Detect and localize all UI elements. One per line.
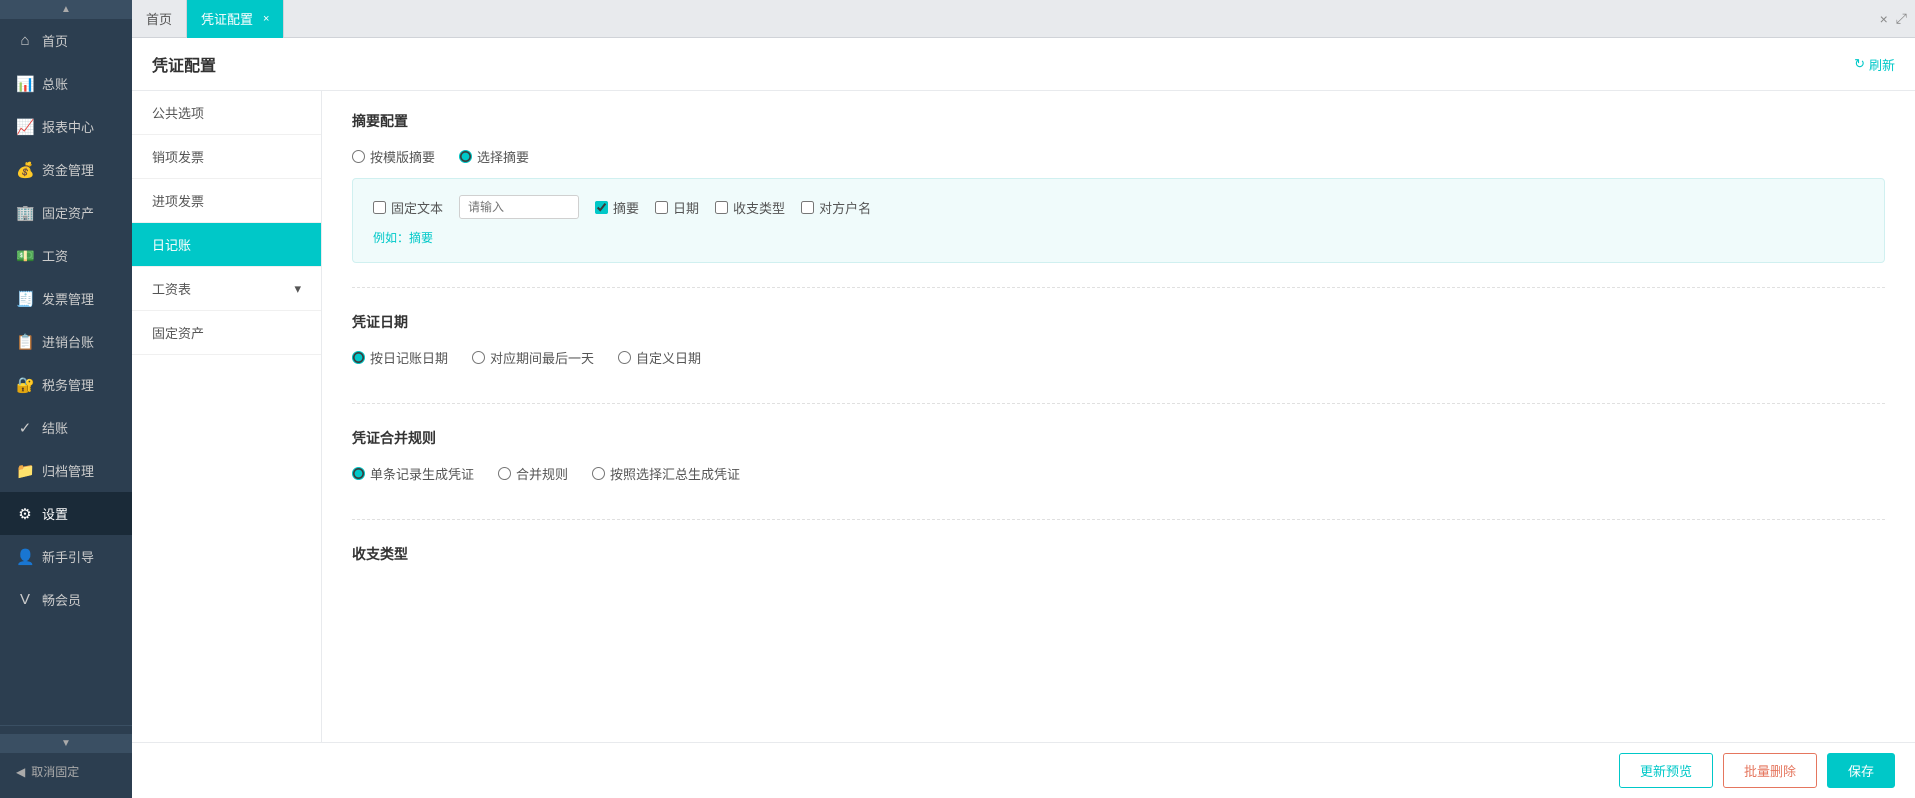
checkbox-summary[interactable]: 摘要	[595, 198, 639, 217]
radio-custom-date[interactable]: 自定义日期	[618, 348, 701, 367]
sidebar-item-reports[interactable]: 📈 报表中心	[0, 105, 132, 148]
sidebar-item-assets[interactable]: 🏢 固定资产	[0, 191, 132, 234]
sidebar-item-ledger[interactable]: 📊 总账	[0, 62, 132, 105]
invoice-mgmt-icon: 🧾	[16, 290, 34, 308]
sales-ledger-icon: 📋	[16, 333, 34, 351]
radio-select-summary[interactable]: 选择摘要	[459, 147, 529, 166]
salary-icon: 💵	[16, 247, 34, 265]
summary-box: 固定文本 摘要 日期	[352, 178, 1885, 263]
settings-icon: ⚙	[16, 505, 34, 523]
tab-close-icon[interactable]: ×	[263, 13, 269, 25]
sidebar-item-salary[interactable]: 💵 工资	[0, 234, 132, 277]
cancel-pin-button[interactable]: ◀ 取消固定	[0, 753, 132, 790]
merge-rules-section: 凭证合并规则 单条记录生成凭证 合并规则 按照选择汇总生成凭证	[352, 428, 1885, 520]
settlement-icon: ✓	[16, 419, 34, 437]
income-type-section: 收支类型	[352, 544, 1885, 604]
sidebar-item-archive[interactable]: 📁 归档管理	[0, 449, 132, 492]
refresh-button[interactable]: ↻ 刷新	[1854, 55, 1895, 74]
page-header: 凭证配置 ↻ 刷新	[132, 38, 1915, 91]
right-content: 摘要配置 按模版摘要 选择摘要	[322, 91, 1915, 742]
home-icon: ⌂	[16, 32, 34, 49]
chevron-down-icon: ▾	[294, 281, 301, 297]
checkbox-income-type[interactable]: 收支类型	[715, 198, 785, 217]
radio-select-merge[interactable]: 按照选择汇总生成凭证	[592, 464, 740, 483]
main-area: 首页 凭证配置 × × ⤢ 凭证配置 ↻ 刷新 公共选项	[132, 0, 1915, 798]
close-window-icon[interactable]: ×	[1880, 11, 1888, 27]
voucher-date-radio-group: 按日记账日期 对应期间最后一天 自定义日期	[352, 348, 1885, 367]
sidebar: ▲ ⌂ 首页 📊 总账 📈 报表中心 💰 资金管理 🏢 固定资产 💵 工资 🧾 …	[0, 0, 132, 798]
checkbox-date[interactable]: 日期	[655, 198, 699, 217]
reports-icon: 📈	[16, 118, 34, 136]
left-nav-fixed-assets[interactable]: 固定资产	[132, 311, 321, 355]
left-nav-sales-invoice[interactable]: 销项发票	[132, 135, 321, 179]
resize-window-icon[interactable]: ⤢	[1896, 10, 1907, 27]
radio-last-day[interactable]: 对应期间最后一天	[472, 348, 594, 367]
checkbox-counterparty[interactable]: 对方户名	[801, 198, 871, 217]
radio-journal-date[interactable]: 按日记账日期	[352, 348, 448, 367]
summary-config-title: 摘要配置	[352, 111, 1885, 131]
tab-bar-actions: × ⤢	[1880, 10, 1915, 27]
sidebar-item-sales-ledger[interactable]: 📋 进销台账	[0, 320, 132, 363]
page-title: 凭证配置	[152, 52, 216, 76]
checkbox-fixed-text[interactable]: 固定文本	[373, 198, 443, 217]
content-area: 凭证配置 ↻ 刷新 公共选项 销项发票 进项发票 日记账	[132, 38, 1915, 798]
left-nav-purchase-invoice[interactable]: 进项发票	[132, 179, 321, 223]
tax-icon: 🔐	[16, 376, 34, 394]
summary-checkboxes-row: 固定文本 摘要 日期	[373, 195, 1864, 219]
funds-icon: 💰	[16, 161, 34, 179]
voucher-date-title: 凭证日期	[352, 312, 1885, 332]
radio-template-summary[interactable]: 按模版摘要	[352, 147, 435, 166]
tab-voucher-config[interactable]: 凭证配置 ×	[187, 0, 284, 38]
radio-single-record[interactable]: 单条记录生成凭证	[352, 464, 474, 483]
sidebar-item-vip[interactable]: V 畅会员	[0, 578, 132, 621]
fixed-text-input[interactable]	[459, 195, 579, 219]
summary-config-section: 摘要配置 按模版摘要 选择摘要	[352, 111, 1885, 288]
guide-icon: 👤	[16, 548, 34, 566]
radio-merge-rules[interactable]: 合并规则	[498, 464, 568, 483]
sidebar-item-home[interactable]: ⌂ 首页	[0, 19, 132, 62]
sidebar-item-guide[interactable]: 👤 新手引导	[0, 535, 132, 578]
summary-radio-group: 按模版摘要 选择摘要	[352, 147, 1885, 166]
sidebar-item-tax[interactable]: 🔐 税务管理	[0, 363, 132, 406]
update-preview-button[interactable]: 更新预览	[1619, 753, 1713, 788]
income-type-title: 收支类型	[352, 544, 1885, 564]
pin-icon: ◀	[16, 765, 25, 779]
sidebar-bottom: ▼ ◀ 取消固定	[0, 725, 132, 798]
left-nav-journal[interactable]: 日记账	[132, 223, 321, 267]
refresh-icon: ↻	[1854, 56, 1865, 72]
vip-icon: V	[16, 591, 34, 608]
merge-rules-title: 凭证合并规则	[352, 428, 1885, 448]
batch-delete-button[interactable]: 批量删除	[1723, 753, 1817, 788]
left-nav-payroll[interactable]: 工资表 ▾	[132, 267, 321, 311]
sidebar-item-settings[interactable]: ⚙ 设置	[0, 492, 132, 535]
assets-icon: 🏢	[16, 204, 34, 222]
body-layout: 公共选项 销项发票 进项发票 日记账 工资表 ▾ 固定资产	[132, 91, 1915, 742]
ledger-icon: 📊	[16, 75, 34, 93]
voucher-date-section: 凭证日期 按日记账日期 对应期间最后一天 自定义日期	[352, 312, 1885, 404]
sidebar-item-funds[interactable]: 💰 资金管理	[0, 148, 132, 191]
sidebar-item-settlement[interactable]: ✓ 结账	[0, 406, 132, 449]
archive-icon: 📁	[16, 462, 34, 480]
tab-home[interactable]: 首页	[132, 0, 187, 38]
merge-rules-radio-group: 单条记录生成凭证 合并规则 按照选择汇总生成凭证	[352, 464, 1885, 483]
tab-bar: 首页 凭证配置 × × ⤢	[132, 0, 1915, 38]
save-button[interactable]: 保存	[1827, 753, 1895, 788]
sidebar-scroll-up[interactable]: ▲	[0, 0, 132, 19]
bottom-bar: 更新预览 批量删除 保存	[132, 742, 1915, 798]
sidebar-item-invoice-mgmt[interactable]: 🧾 发票管理	[0, 277, 132, 320]
sidebar-scroll-down[interactable]: ▼	[0, 734, 132, 753]
summary-example: 例如：摘要	[373, 229, 1864, 246]
left-nav-public[interactable]: 公共选项	[132, 91, 321, 135]
left-nav: 公共选项 销项发票 进项发票 日记账 工资表 ▾ 固定资产	[132, 91, 322, 742]
